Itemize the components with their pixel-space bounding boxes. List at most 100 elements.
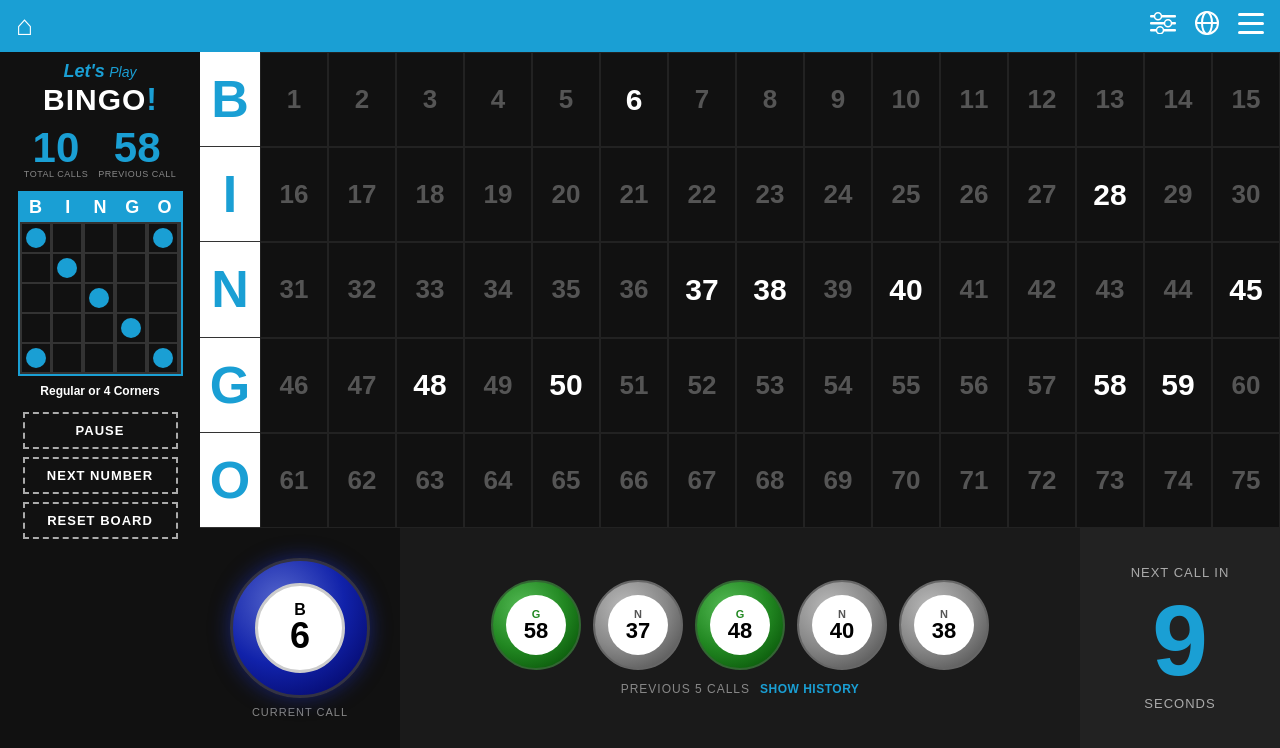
board-cell: 75 [1212, 433, 1280, 528]
svg-rect-9 [1238, 13, 1264, 16]
card-cell [22, 344, 50, 372]
logo-lets: Let's [64, 61, 105, 81]
call-stats: 10 TOTAL CALLS 58 PREVIOUS CALL [10, 127, 190, 179]
bingo-header-g: G [116, 193, 148, 222]
logo-play: Play [109, 64, 136, 80]
bingo-header-n: N [84, 193, 116, 222]
card-cell [117, 254, 145, 282]
board-cell: 8 [736, 52, 804, 147]
board-cell: 1 [260, 52, 328, 147]
prev-ball-number: 38 [932, 620, 956, 642]
board-cell: 16 [260, 147, 328, 242]
card-cell [53, 254, 81, 282]
board-grid: B123456789101112131415I16171819202122232… [200, 52, 1280, 528]
card-cell [117, 314, 145, 342]
card-cell [53, 314, 81, 342]
board-cell: 30 [1212, 147, 1280, 242]
card-cell [117, 284, 145, 312]
row-letter: I [200, 147, 260, 242]
prev-calls-info: PREVIOUS 5 CALLS SHOW HISTORY [621, 682, 860, 696]
card-cell [117, 224, 145, 252]
board-cell: 33 [396, 242, 464, 337]
game-type: Regular or 4 Corners [40, 384, 159, 398]
board-cell: 53 [736, 338, 804, 433]
card-cell [53, 224, 81, 252]
prev-ball-inner: N40 [812, 595, 872, 655]
previous-ball: N37 [593, 580, 683, 670]
bingo-header-b: B [20, 193, 52, 222]
previous-ball: N38 [899, 580, 989, 670]
row-letter: N [200, 242, 260, 337]
prev-ball-number: 48 [728, 620, 752, 642]
card-cell [149, 344, 177, 372]
card-cell [22, 254, 50, 282]
nav-right [1150, 10, 1264, 42]
board-cell: 29 [1144, 147, 1212, 242]
total-calls-number: 10 [33, 127, 80, 169]
reset-board-button[interactable]: RESET BOARD [23, 502, 178, 539]
board-cell: 28 [1076, 147, 1144, 242]
control-buttons: PAUSE NEXT NUMBER RESET BOARD [10, 412, 190, 539]
board-cell: 48 [396, 338, 464, 433]
card-cell [85, 224, 113, 252]
total-calls-label: TOTAL CALLS [24, 169, 88, 179]
board-cell: 13 [1076, 52, 1144, 147]
bingo-card: B I N G O [18, 191, 183, 376]
board-cell: 14 [1144, 52, 1212, 147]
board-cell: 38 [736, 242, 804, 337]
board-cell: 62 [328, 433, 396, 528]
board-cell: 10 [872, 52, 940, 147]
board-cell: 55 [872, 338, 940, 433]
current-call-ball: B 6 [230, 558, 370, 698]
previous-call-box: 58 PREVIOUS CALL [98, 127, 176, 179]
settings-icon[interactable] [1150, 12, 1176, 40]
left-sidebar: Let's Play BINGO! 10 TOTAL CALLS 58 PREV… [0, 52, 200, 748]
previous-call-label: PREVIOUS CALL [98, 169, 176, 179]
board-cell: 72 [1008, 433, 1076, 528]
board-cell: 51 [600, 338, 668, 433]
card-cell [149, 284, 177, 312]
svg-point-5 [1157, 27, 1164, 34]
board-cell: 68 [736, 433, 804, 528]
board-cell: 67 [668, 433, 736, 528]
bingo-header-i: I [52, 193, 84, 222]
row-letter: G [200, 338, 260, 433]
globe-icon[interactable] [1194, 10, 1220, 42]
current-ball-inner: B 6 [255, 583, 345, 673]
board-cell: 27 [1008, 147, 1076, 242]
board-cell: 70 [872, 433, 940, 528]
board-cell: 57 [1008, 338, 1076, 433]
pause-button[interactable]: PAUSE [23, 412, 178, 449]
prev-ball-inner: N38 [914, 595, 974, 655]
prev-ball-inner: G48 [710, 595, 770, 655]
board-cell: 24 [804, 147, 872, 242]
board-cell: 5 [532, 52, 600, 147]
bingo-header-o: O [148, 193, 180, 222]
card-cell [85, 284, 113, 312]
board-cell: 59 [1144, 338, 1212, 433]
menu-icon[interactable] [1238, 12, 1264, 40]
bottom-left: B 6 CURRENT CALL [200, 528, 400, 748]
board-cell: 61 [260, 433, 328, 528]
main-layout: Let's Play BINGO! 10 TOTAL CALLS 58 PREV… [0, 52, 1280, 748]
show-history-link[interactable]: SHOW HISTORY [760, 682, 859, 696]
board-cell: 15 [1212, 52, 1280, 147]
next-call-label: NEXT CALL IN [1131, 565, 1230, 580]
board-cell: 26 [940, 147, 1008, 242]
board-cell: 52 [668, 338, 736, 433]
next-number-button[interactable]: NEXT NUMBER [23, 457, 178, 494]
svg-rect-11 [1238, 31, 1264, 34]
previous-call-number: 58 [114, 127, 161, 169]
home-icon[interactable]: ⌂ [16, 10, 33, 42]
next-call-number: 9 [1152, 590, 1208, 690]
board-cell: 21 [600, 147, 668, 242]
board-cell: 4 [464, 52, 532, 147]
board-cell: 69 [804, 433, 872, 528]
board-cell: 54 [804, 338, 872, 433]
card-cell [22, 224, 50, 252]
prev-calls-label: PREVIOUS 5 CALLS [621, 682, 750, 696]
board-cell: 66 [600, 433, 668, 528]
board-cell: 34 [464, 242, 532, 337]
board-cell: 45 [1212, 242, 1280, 337]
board-cell: 58 [1076, 338, 1144, 433]
